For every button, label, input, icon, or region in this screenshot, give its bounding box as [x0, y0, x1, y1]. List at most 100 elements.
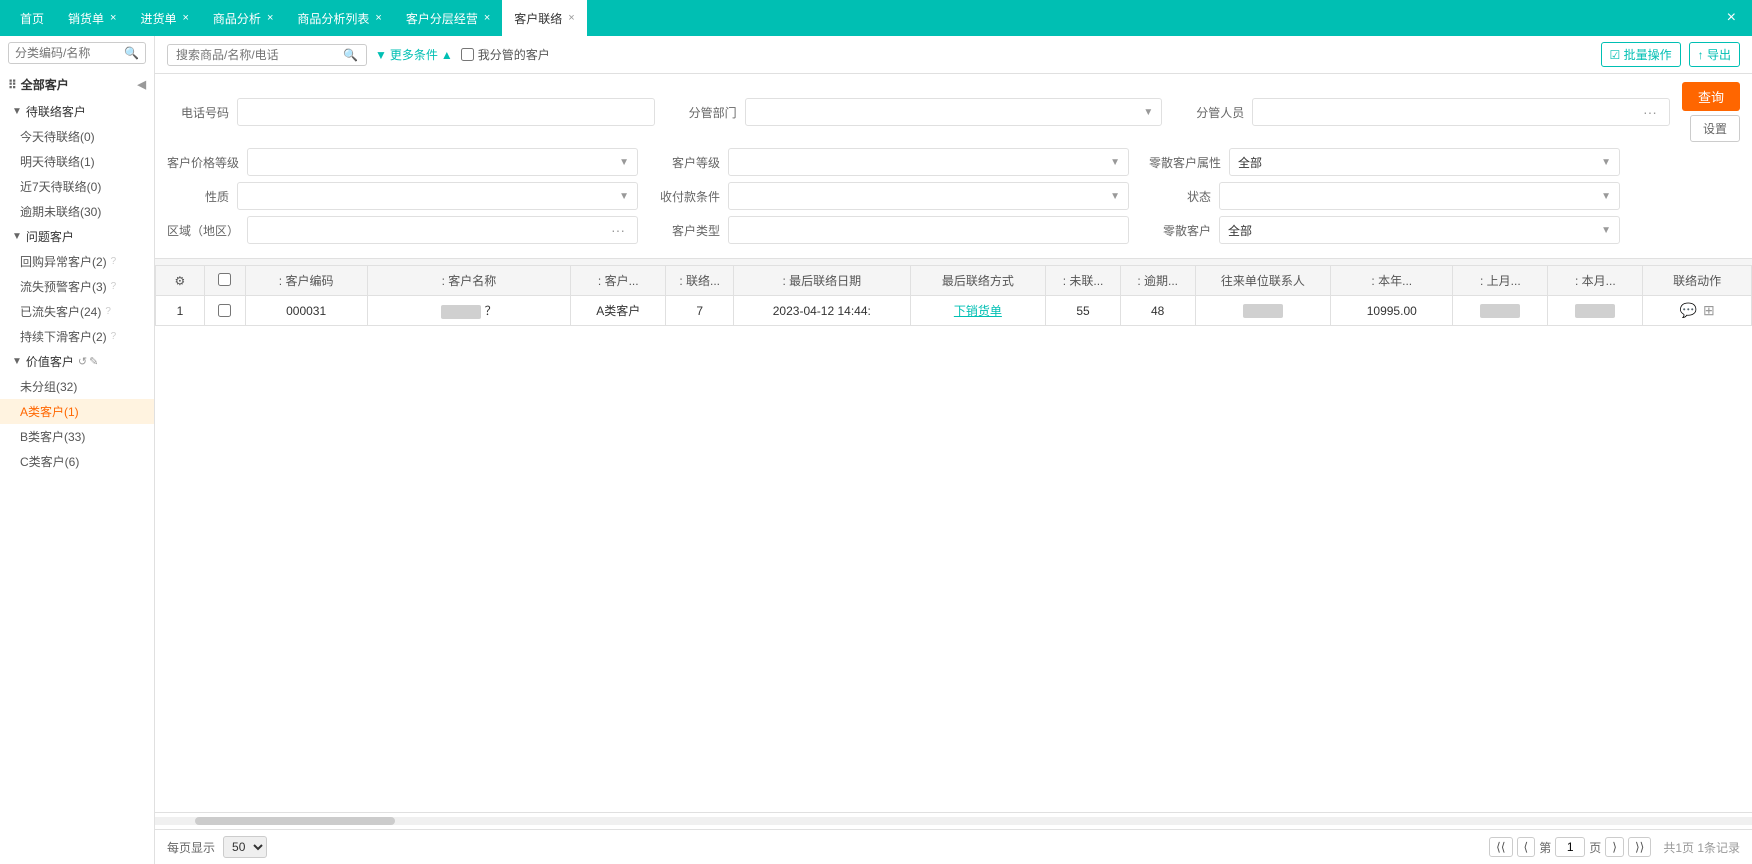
- nav-purchase-close[interactable]: ×: [182, 12, 188, 24]
- row-contacts: 7: [666, 296, 734, 326]
- region-more-icon[interactable]: ···: [607, 222, 629, 238]
- nav-window-close[interactable]: ×: [1719, 9, 1744, 27]
- last-method-link[interactable]: 下销货单: [954, 304, 1002, 318]
- sidebar-group-value[interactable]: ▼ 价值客户 ↺ ✎: [0, 349, 154, 374]
- sidebar-item-ungrouped[interactable]: 未分组(32): [0, 374, 154, 399]
- filter-customer-tier: 客户等级 ▼: [658, 148, 1129, 176]
- code-col-header[interactable]: : 客户编码: [245, 266, 367, 296]
- sidebar-collapse-icon[interactable]: ◀: [138, 78, 146, 91]
- nav-customer-contact[interactable]: 客户联络 ×: [502, 0, 586, 36]
- this-month-col-header[interactable]: : 本月...: [1548, 266, 1643, 296]
- customer-type-input[interactable]: [728, 216, 1129, 244]
- sidebar-item-class-c[interactable]: C类客户(6): [0, 449, 154, 474]
- sidebar-group-problem[interactable]: ▼ 问题客户: [0, 224, 154, 249]
- my-customers-checkbox[interactable]: [461, 48, 474, 61]
- nav-customer-tier[interactable]: 客户分层经营 ×: [394, 0, 502, 36]
- this-year-col-header[interactable]: : 本年...: [1331, 266, 1453, 296]
- batch-op-button[interactable]: ☑ 批量操作: [1601, 42, 1681, 67]
- prev-page-btn[interactable]: ⟨: [1517, 837, 1536, 857]
- contacts-col-header[interactable]: : 联络...: [666, 266, 734, 296]
- filter-icon: ▼: [375, 48, 387, 62]
- chat-action-icon[interactable]: 💬: [1680, 302, 1697, 319]
- qr-action-icon[interactable]: ⊞: [1703, 302, 1715, 319]
- refresh-icon[interactable]: ↺: [78, 355, 87, 368]
- manager-input[interactable]: ···: [1252, 98, 1670, 126]
- chevron-down-icon-2: ▼: [619, 157, 629, 168]
- first-page-btn[interactable]: ⟨⟨: [1489, 837, 1512, 857]
- filter-search-box[interactable]: 🔍: [167, 44, 367, 66]
- sidebar-item-class-a[interactable]: A类客户(1): [0, 399, 154, 424]
- chevron-down-icon-5: ▼: [619, 191, 629, 202]
- scrollbar-thumb[interactable]: [195, 817, 395, 825]
- retail-attr-select[interactable]: 全部 ▼: [1229, 148, 1620, 176]
- phone-field[interactable]: [246, 105, 646, 119]
- overdue-col-header[interactable]: : 逾期...: [1120, 266, 1195, 296]
- export-button[interactable]: ↑ 导出: [1689, 42, 1740, 67]
- nav-product-list-close[interactable]: ×: [375, 12, 381, 24]
- status-select[interactable]: ▼: [1219, 182, 1620, 210]
- region-input[interactable]: ···: [247, 216, 638, 244]
- filter-row-4: 区域（地区） ··· 客户类型: [167, 216, 1740, 244]
- sidebar-group-pending[interactable]: ▼ 待联络客户: [0, 99, 154, 124]
- customer-tier-select[interactable]: ▼: [728, 148, 1129, 176]
- type-col-header[interactable]: : 客户...: [571, 266, 666, 296]
- settings-button[interactable]: 设置: [1690, 115, 1740, 142]
- content-area: 🔍 ▼ 更多条件 ▲ 我分管的客户 ☑ 批量操作: [155, 36, 1752, 864]
- query-button[interactable]: 查询: [1682, 82, 1740, 111]
- my-customers-filter[interactable]: 我分管的客户: [461, 46, 550, 63]
- uncontacted-col-header[interactable]: : 未联...: [1046, 266, 1121, 296]
- next-page-btn[interactable]: ⟩: [1605, 837, 1624, 857]
- last-month-col-header[interactable]: : 上月...: [1453, 266, 1548, 296]
- horizontal-scrollbar[interactable]: [155, 812, 1752, 829]
- sidebar-item-7days[interactable]: 近7天待联络(0): [0, 174, 154, 199]
- nav-product-analysis-close[interactable]: ×: [267, 12, 273, 24]
- sidebar-item-repurchase[interactable]: 回购异常客户(2) ?: [0, 249, 154, 274]
- checkbox-col-header[interactable]: [204, 266, 245, 296]
- filter-search-input[interactable]: [176, 48, 343, 62]
- last-date-col-header[interactable]: : 最后联络日期: [734, 266, 910, 296]
- name-col-header[interactable]: : 客户名称: [367, 266, 571, 296]
- dept-select[interactable]: ▼: [745, 98, 1163, 126]
- settings-col-header[interactable]: ⚙: [156, 266, 205, 296]
- row-last-date: 2023-04-12 14:44:: [734, 296, 910, 326]
- sidebar-item-churn-warning[interactable]: 流失预警客户(3) ?: [0, 274, 154, 299]
- top-nav: 首页 销货单 × 进货单 × 商品分析 × 商品分析列表 × 客户分层经营 × …: [0, 0, 1752, 36]
- sidebar-search-box[interactable]: 🔍: [8, 42, 146, 64]
- manager-more-icon[interactable]: ···: [1639, 104, 1661, 120]
- sidebar-all-customers[interactable]: ⠿ 全部客户 ◀: [0, 70, 154, 99]
- nav-purchase[interactable]: 进货单 ×: [128, 0, 200, 36]
- retail-select[interactable]: 全部 ▼: [1219, 216, 1620, 244]
- row-checkbox[interactable]: [218, 304, 231, 317]
- nav-sales-close[interactable]: ×: [110, 12, 116, 24]
- nav-product-list[interactable]: 商品分析列表 ×: [285, 0, 393, 36]
- nav-customer-contact-close[interactable]: ×: [568, 12, 574, 24]
- triangle-icon: ▼: [12, 106, 22, 117]
- nav-sales[interactable]: 销货单 ×: [56, 0, 128, 36]
- chevron-down-icon-3: ▼: [1110, 157, 1120, 168]
- filter-row-2: 客户价格等级 ▼ 客户等级 ▼: [167, 148, 1740, 176]
- sidebar-item-today[interactable]: 今天待联络(0): [0, 124, 154, 149]
- more-filters-btn[interactable]: ▼ 更多条件 ▲: [375, 46, 453, 63]
- nav-customer-tier-close[interactable]: ×: [484, 12, 490, 24]
- filter-region: 区域（地区） ···: [167, 216, 638, 244]
- nav-home[interactable]: 首页: [8, 0, 56, 36]
- payment-select[interactable]: ▼: [728, 182, 1129, 210]
- phone-input[interactable]: [237, 98, 655, 126]
- filter-phone: 电话号码: [167, 98, 655, 126]
- edit-icon[interactable]: ✎: [89, 355, 98, 368]
- per-page-select[interactable]: 50: [223, 836, 267, 858]
- filter-payment: 收付款条件 ▼: [658, 182, 1129, 210]
- sidebar-item-tomorrow[interactable]: 明天待联络(1): [0, 149, 154, 174]
- sidebar-search-input[interactable]: [15, 46, 124, 60]
- sidebar-item-churned[interactable]: 已流失客户(24) ?: [0, 299, 154, 324]
- region-label: 区域（地区）: [167, 222, 247, 239]
- last-page-btn[interactable]: ⟩⟩: [1628, 837, 1651, 857]
- price-tier-select[interactable]: ▼: [247, 148, 638, 176]
- page-number-input[interactable]: [1555, 837, 1585, 857]
- nature-select[interactable]: ▼: [237, 182, 638, 210]
- nav-product-analysis[interactable]: 商品分析 ×: [201, 0, 285, 36]
- sidebar-item-declining[interactable]: 持续下滑客户(2) ?: [0, 324, 154, 349]
- sidebar-item-overdue[interactable]: 逾期未联络(30): [0, 199, 154, 224]
- sidebar-item-class-b[interactable]: B类客户(33): [0, 424, 154, 449]
- select-all-checkbox[interactable]: [218, 273, 231, 286]
